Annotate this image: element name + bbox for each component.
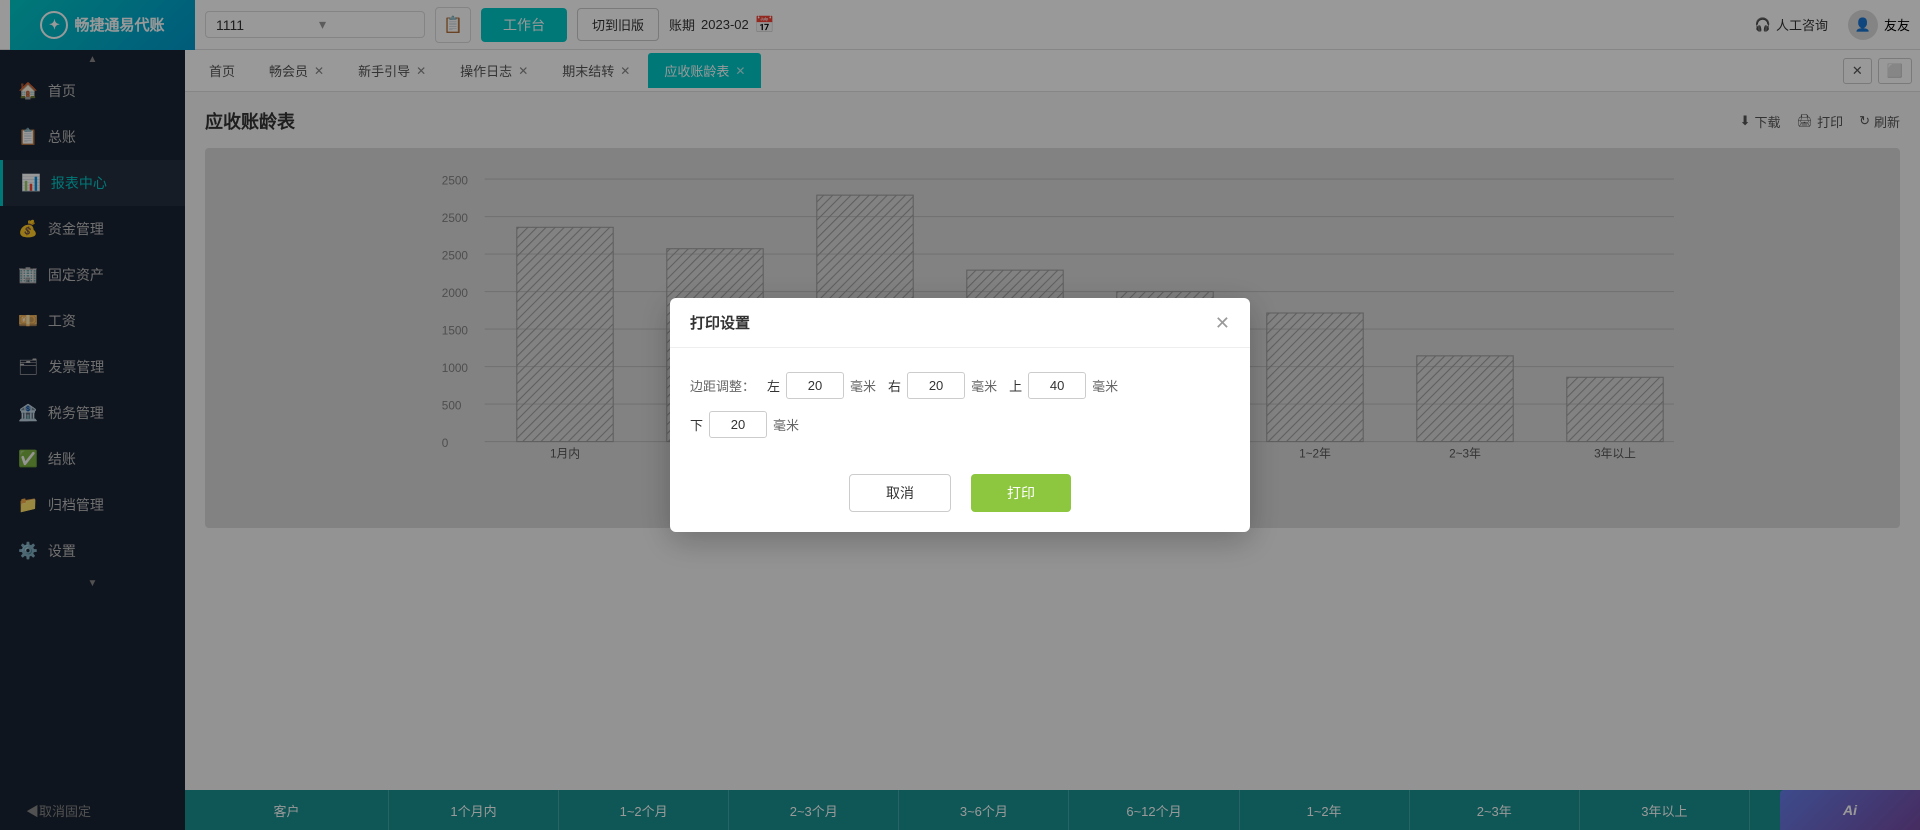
modal-header: 打印设置 ✕ xyxy=(670,298,1250,348)
left-label: 左 xyxy=(767,376,780,395)
modal-title: 打印设置 xyxy=(690,312,750,333)
left-margin-group: 左 毫米 xyxy=(767,372,876,399)
modal-footer: 取消 打印 xyxy=(670,458,1250,532)
top-margin-group: 上 毫米 xyxy=(1009,372,1118,399)
modal-close-button[interactable]: ✕ xyxy=(1215,314,1230,332)
confirm-print-button[interactable]: 打印 xyxy=(971,474,1071,512)
bottom-label: 下 xyxy=(690,415,703,434)
print-dialog: 打印设置 ✕ 边距调整： 左 毫米 右 毫米 上 xyxy=(670,298,1250,532)
top-label: 上 xyxy=(1009,376,1022,395)
bottom-unit: 毫米 xyxy=(773,415,799,434)
margin-label: 边距调整： xyxy=(690,376,755,395)
bottom-margin-input[interactable] xyxy=(709,411,767,438)
right-margin-input[interactable] xyxy=(907,372,965,399)
left-margin-input[interactable] xyxy=(786,372,844,399)
top-unit: 毫米 xyxy=(1092,376,1118,395)
margin-row: 边距调整： 左 毫米 右 毫米 上 毫米 下 xyxy=(690,372,1230,438)
top-margin-input[interactable] xyxy=(1028,372,1086,399)
bottom-margin-group: 下 毫米 xyxy=(690,411,799,438)
right-margin-group: 右 毫米 xyxy=(888,372,997,399)
cancel-button[interactable]: 取消 xyxy=(849,474,951,512)
right-label: 右 xyxy=(888,376,901,395)
right-unit: 毫米 xyxy=(971,376,997,395)
modal-body: 边距调整： 左 毫米 右 毫米 上 毫米 下 xyxy=(670,348,1250,458)
left-unit: 毫米 xyxy=(850,376,876,395)
modal-overlay: 打印设置 ✕ 边距调整： 左 毫米 右 毫米 上 xyxy=(0,0,1920,830)
